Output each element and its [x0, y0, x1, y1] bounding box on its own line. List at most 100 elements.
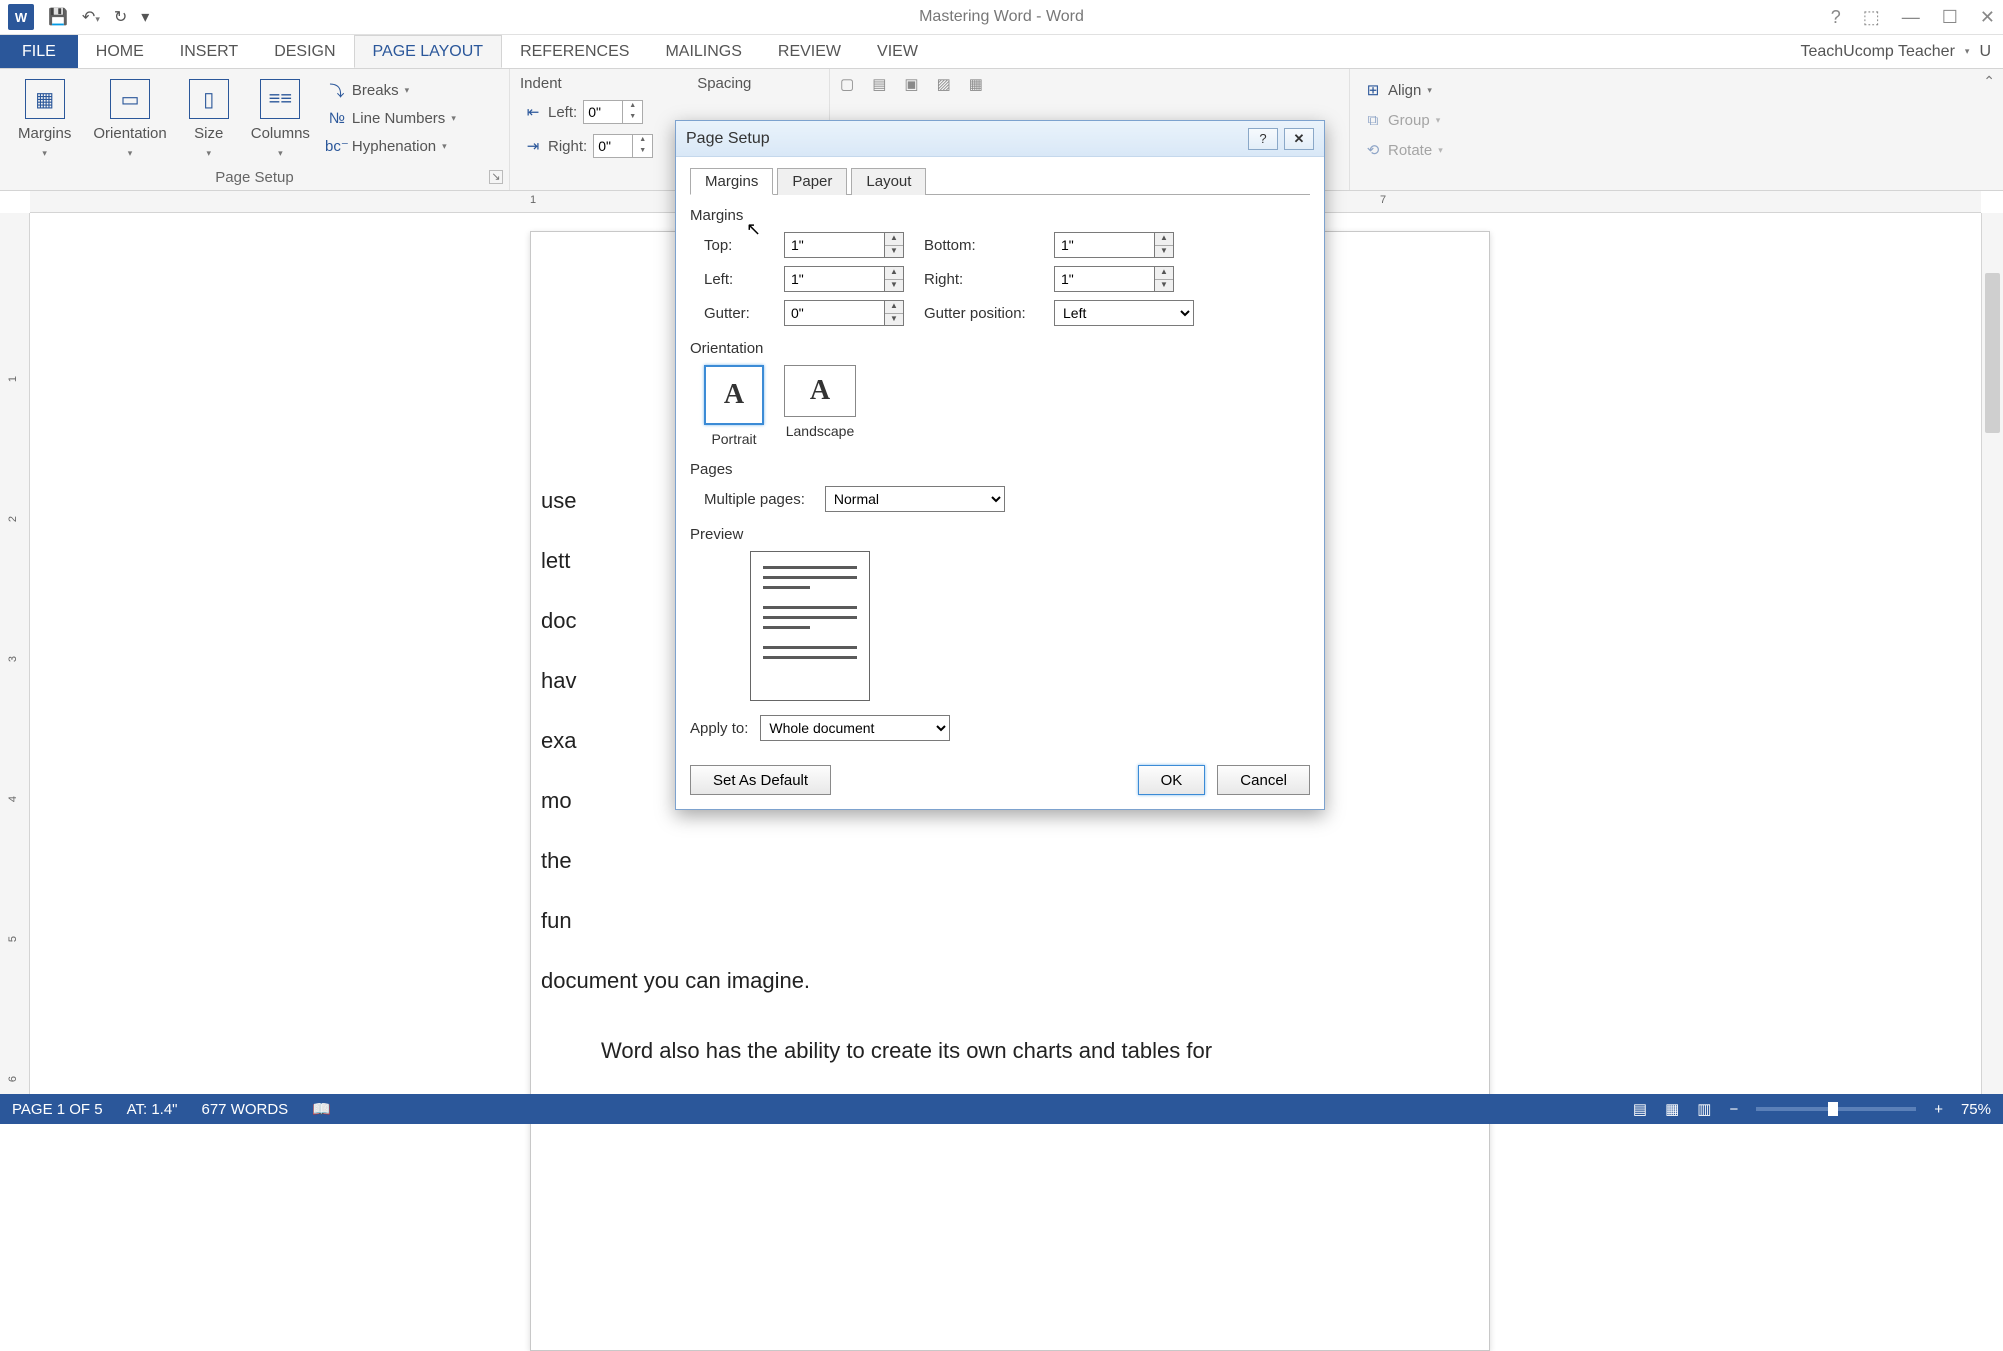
orientation-button[interactable]: ▭ Orientation▾	[85, 75, 174, 163]
bring-forward-icon: ▣	[904, 75, 918, 93]
right-label: Right:	[924, 271, 1054, 288]
status-at: AT: 1.4"	[127, 1101, 178, 1118]
zoom-in-icon[interactable]: +	[1934, 1101, 1943, 1118]
right-input[interactable]: ▲▼	[1054, 266, 1194, 292]
cancel-button[interactable]: Cancel	[1217, 765, 1310, 795]
gutterpos-select[interactable]: Left	[1054, 300, 1194, 326]
zoom-slider[interactable]	[1756, 1107, 1916, 1111]
account-badge: U	[1979, 43, 1991, 61]
columns-button[interactable]: ≡≡ Columns▾	[243, 75, 318, 163]
gutter-input[interactable]: ▲▼	[784, 300, 924, 326]
breaks-button[interactable]: ⤵Breaks▾	[324, 79, 460, 101]
landscape-button[interactable]: A Landscape	[784, 365, 856, 447]
group-arrange-right: ⊞Align▾ ⧉Group▾ ⟲Rotate▾	[1350, 69, 1457, 190]
status-page[interactable]: PAGE 1 OF 5	[12, 1101, 103, 1118]
vertical-ruler[interactable]: 1 2 3 4 5 6	[0, 213, 30, 1094]
minimize-icon[interactable]: —	[1902, 7, 1920, 28]
send-backward-icon: ▨	[937, 75, 951, 93]
chevron-down-icon: ▾	[1965, 46, 1970, 57]
dialog-help-icon[interactable]: ?	[1248, 128, 1278, 150]
dtab-margins[interactable]: Margins	[690, 168, 773, 195]
preview-legend: Preview	[690, 526, 1310, 543]
dialog-buttons: Set As Default OK Cancel	[676, 755, 1324, 809]
zoom-knob[interactable]	[1828, 1102, 1838, 1116]
tab-design[interactable]: DESIGN	[256, 35, 353, 68]
group-button: ⧉Group▾	[1360, 109, 1447, 131]
gutter-label: Gutter:	[704, 305, 784, 322]
web-layout-icon[interactable]: ▥	[1697, 1100, 1711, 1118]
account-name: TeachUcomp Teacher	[1800, 43, 1954, 61]
bottom-input[interactable]: ▲▼	[1054, 232, 1194, 258]
selection-pane-icon: ▦	[969, 75, 983, 93]
spacing-header: Spacing	[697, 75, 751, 92]
breaks-icon: ⤵	[328, 81, 346, 99]
read-mode-icon[interactable]: ▤	[1633, 1100, 1647, 1118]
line-numbers-button[interactable]: №Line Numbers▾	[324, 107, 460, 129]
dialog-close-icon[interactable]: ✕	[1284, 128, 1314, 150]
tab-view[interactable]: VIEW	[859, 35, 936, 68]
account-menu[interactable]: TeachUcomp Teacher ▾ U	[1800, 35, 2003, 68]
ok-button[interactable]: OK	[1138, 765, 1206, 795]
pages-section: Pages Multiple pages: Normal	[690, 461, 1310, 512]
align-button[interactable]: ⊞Align▾	[1360, 79, 1447, 101]
indent-right-input[interactable]: ▲▼	[593, 134, 653, 158]
undo-icon[interactable]: ↶▾	[82, 7, 100, 27]
applyto-select[interactable]: Whole document	[760, 715, 950, 741]
hyphenation-button[interactable]: bc⁻Hyphenation▾	[324, 135, 460, 157]
hyphenation-icon: bc⁻	[328, 137, 346, 155]
save-icon[interactable]: 💾	[48, 7, 68, 27]
margins-button[interactable]: ▦ Margins▾	[10, 75, 79, 163]
status-words[interactable]: 677 WORDS	[202, 1101, 289, 1118]
preview-thumbnail	[750, 551, 870, 701]
top-input[interactable]: ▲▼	[784, 232, 924, 258]
word-app-icon[interactable]: W	[8, 4, 34, 30]
qat-customize-icon[interactable]: ▾	[141, 7, 149, 27]
tab-mailings[interactable]: MAILINGS	[647, 35, 759, 68]
zoom-level[interactable]: 75%	[1961, 1101, 1991, 1118]
dtab-paper[interactable]: Paper	[777, 168, 847, 195]
tab-references[interactable]: REFERENCES	[502, 35, 647, 68]
redo-icon[interactable]: ↻	[114, 7, 127, 27]
dtab-layout[interactable]: Layout	[851, 168, 926, 195]
vertical-scrollbar[interactable]	[1981, 213, 2003, 1094]
collapse-ribbon-icon[interactable]: ⌃	[1983, 73, 1995, 90]
statusbar: PAGE 1 OF 5 AT: 1.4" 677 WORDS 📖 ▤ ▦ ▥ −…	[0, 1094, 2003, 1124]
set-default-button[interactable]: Set As Default	[690, 765, 831, 795]
size-button[interactable]: ▯ Size▾	[181, 75, 237, 163]
portrait-button[interactable]: A Portrait	[704, 365, 764, 447]
orientation-legend: Orientation	[690, 340, 1310, 357]
indent-left-input[interactable]: ▲▼	[583, 100, 643, 124]
maximize-icon[interactable]: ☐	[1942, 7, 1958, 28]
proofing-icon[interactable]: 📖	[312, 1100, 331, 1118]
dialog-titlebar[interactable]: Page Setup ? ✕	[676, 121, 1324, 157]
orientation-icon: ▭	[110, 79, 150, 119]
top-label: Top:	[704, 237, 784, 254]
tab-review[interactable]: REVIEW	[760, 35, 859, 68]
tab-insert[interactable]: INSERT	[162, 35, 256, 68]
tab-file[interactable]: FILE	[0, 35, 78, 68]
ribbon-tabs: FILE HOME INSERT DESIGN PAGE LAYOUT REFE…	[0, 35, 2003, 69]
group-page-setup: ▦ Margins▾ ▭ Orientation▾ ▯ Size▾ ≡≡ Col…	[0, 69, 510, 190]
titlebar: W 💾 ↶▾ ↻ ▾ Mastering Word - Word ? ⬚ — ☐…	[0, 0, 2003, 35]
page-setup-dialog-launcher[interactable]: ↘	[489, 170, 503, 184]
close-icon[interactable]: ✕	[1980, 7, 1995, 28]
zoom-out-icon[interactable]: −	[1729, 1101, 1738, 1118]
portrait-icon: A	[704, 365, 764, 425]
multipages-select[interactable]: Normal	[825, 486, 1005, 512]
align-icon: ⊞	[1364, 81, 1382, 99]
print-layout-icon[interactable]: ▦	[1665, 1100, 1679, 1118]
indent-header: Indent	[520, 75, 657, 92]
tab-page-layout[interactable]: PAGE LAYOUT	[354, 35, 503, 68]
ribbon-options-icon[interactable]: ⬚	[1863, 7, 1880, 28]
left-label: Left:	[704, 271, 784, 288]
wrap-text-icon: ▤	[872, 75, 886, 93]
tab-home[interactable]: HOME	[78, 35, 162, 68]
scrollbar-thumb[interactable]	[1985, 273, 2000, 433]
dialog-title: Page Setup	[686, 130, 770, 148]
margins-icon: ▦	[25, 79, 65, 119]
rotate-button: ⟲Rotate▾	[1360, 139, 1447, 161]
line-numbers-icon: №	[328, 109, 346, 127]
left-input[interactable]: ▲▼	[784, 266, 924, 292]
indent-right-label: Right:	[548, 138, 587, 155]
help-icon[interactable]: ?	[1831, 7, 1841, 28]
